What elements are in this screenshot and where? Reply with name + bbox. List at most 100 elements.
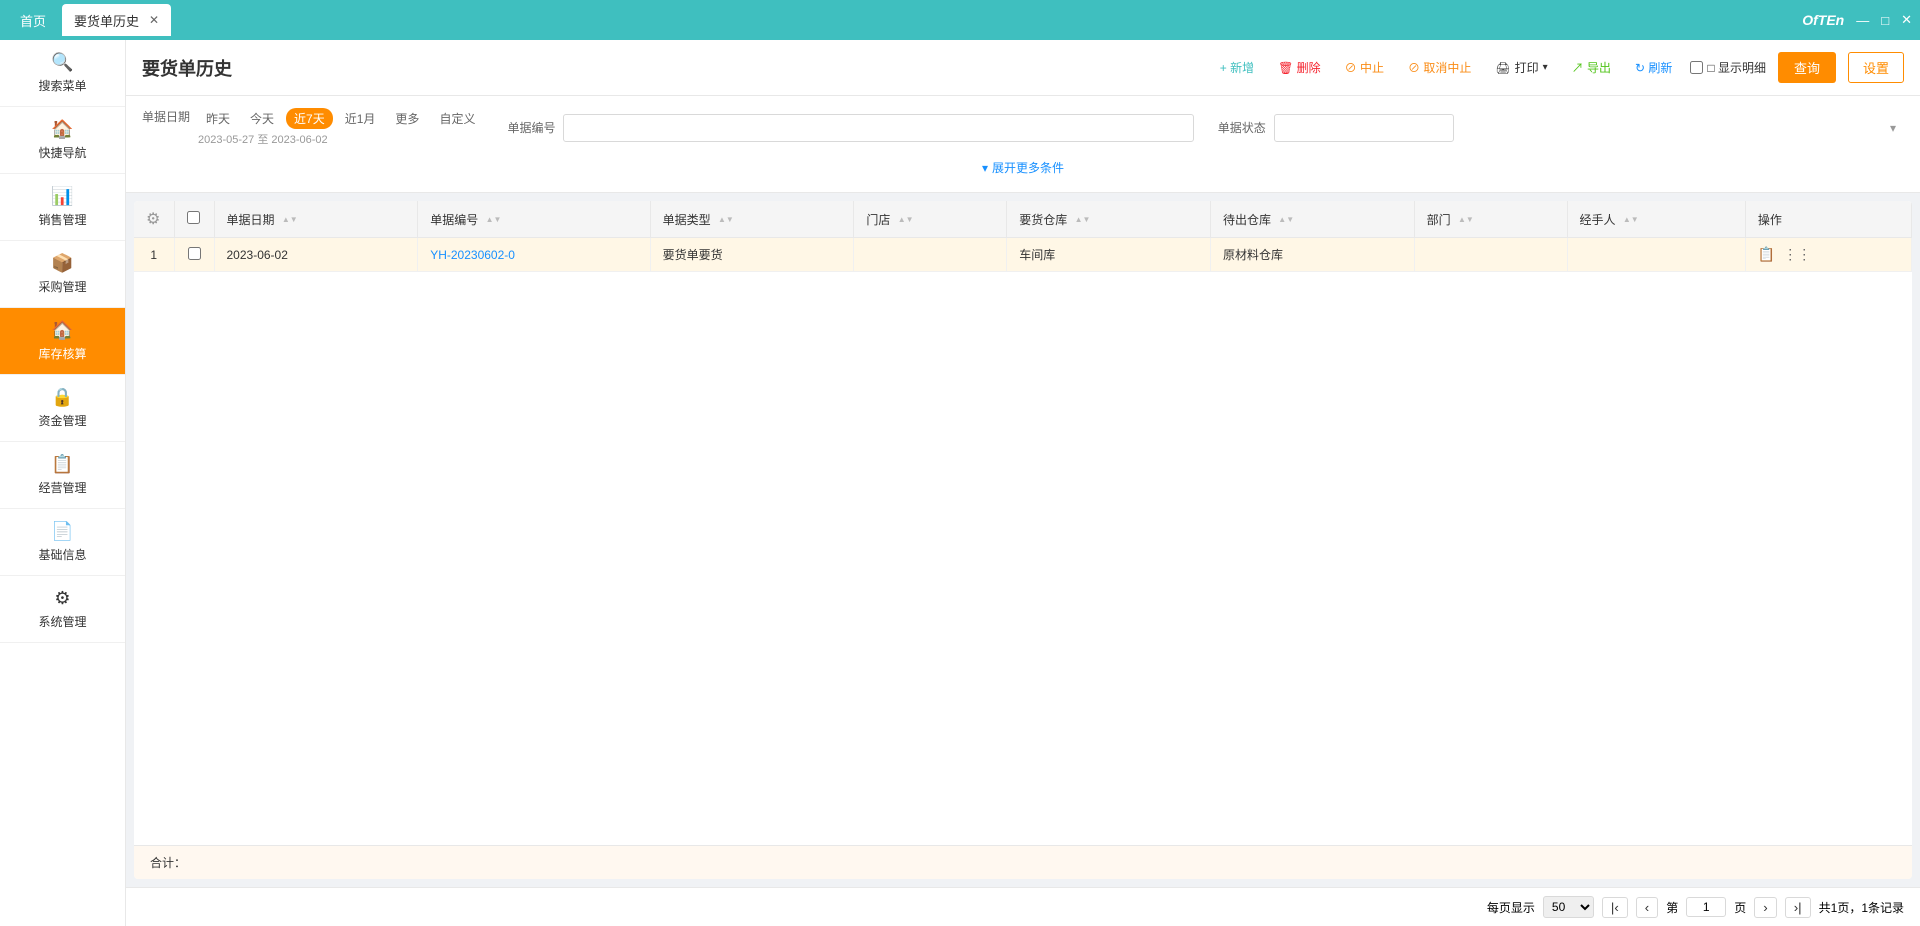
- prev-page-btn[interactable]: ‹: [1636, 897, 1658, 918]
- print-dropdown-icon[interactable]: ▾: [1543, 62, 1548, 73]
- finance-mgmt-icon: 🔒: [51, 387, 73, 408]
- cancel-stop-button[interactable]: ⊘ 取消中止: [1402, 55, 1477, 80]
- page-input[interactable]: 1: [1686, 897, 1726, 917]
- th-req-warehouse: 要货仓库 ▲▼: [1007, 201, 1211, 238]
- print-button[interactable]: 🖨 🖨 打印 打印 ▾: [1489, 55, 1553, 80]
- first-page-btn[interactable]: |‹: [1602, 897, 1628, 918]
- expand-more-button[interactable]: ▾ 展开更多条件: [978, 155, 1068, 180]
- footer-summary-label: 合计：: [150, 854, 186, 871]
- sidebar-item-purchase-mgmt-label: 采购管理: [38, 278, 86, 295]
- date-sort-icon: ▲▼: [282, 216, 298, 224]
- pagination: 每页显示 50 10 20 100 |‹ ‹ 第 1 页 › ›| 共1页，1条…: [126, 887, 1920, 926]
- status-label: 单据状态: [1218, 119, 1266, 136]
- th-date-label[interactable]: 单据日期 ▲▼: [227, 213, 298, 227]
- date-tab-today[interactable]: 今天: [242, 108, 282, 129]
- delete-button[interactable]: 🗑 删除: [1272, 55, 1327, 80]
- table-row: 1 2023-06-02 YH-20230602-0 要货单要货 车间库 原材料…: [134, 238, 1912, 272]
- bill-number-label: 单据编号: [507, 119, 555, 136]
- th-store-label[interactable]: 门店 ▲▼: [866, 213, 913, 227]
- tab-requisition-history[interactable]: 要货单历史 ✕: [62, 4, 171, 36]
- maximize-btn[interactable]: □: [1881, 13, 1889, 28]
- page-suffix: 页: [1734, 899, 1746, 916]
- page-header: 要货单历史 + 新增 🗑 删除 ⊘ 中止 ⊘ 取消中止 🖨 🖨 打印 打印 ▾ …: [126, 40, 1920, 96]
- bill-number-input[interactable]: [563, 114, 1193, 142]
- more-action-icon[interactable]: ⋮⋮: [1783, 246, 1811, 263]
- th-pending-warehouse: 待出仓库 ▲▼: [1210, 201, 1414, 238]
- export-button[interactable]: ↗ 导出: [1566, 55, 1617, 80]
- th-department-label[interactable]: 部门 ▲▼: [1427, 213, 1474, 227]
- th-type-label[interactable]: 单据类型 ▲▼: [663, 213, 734, 227]
- display-detail-checkbox[interactable]: [1690, 61, 1703, 74]
- th-number: 单据编号 ▲▼: [418, 201, 650, 238]
- th-type: 单据类型 ▲▼: [650, 201, 854, 238]
- sidebar-item-purchase-mgmt[interactable]: 📦 采购管理: [0, 241, 125, 308]
- per-page-select[interactable]: 50 10 20 100: [1543, 896, 1594, 918]
- page-prefix: 第: [1666, 899, 1678, 916]
- search-menu-icon: 🔍: [51, 52, 73, 73]
- top-bar: 首页 要货单历史 ✕ OfTEn — □ ✕: [0, 0, 1920, 40]
- sidebar-item-inventory-calc[interactable]: 🏠 库存核算: [0, 308, 125, 375]
- date-tab-more[interactable]: 更多: [387, 108, 427, 129]
- basic-info-icon: 📄: [51, 521, 73, 542]
- tab-home[interactable]: 首页: [8, 4, 58, 36]
- page-title: 要货单历史: [142, 55, 232, 81]
- row-checkbox[interactable]: [188, 247, 201, 260]
- refresh-button[interactable]: ↻ 刷新: [1629, 55, 1678, 80]
- date-tab-custom[interactable]: 自定义: [431, 108, 483, 129]
- th-action: 操作: [1745, 201, 1911, 238]
- add-button[interactable]: + 新增: [1214, 55, 1260, 80]
- tab-home-label: 首页: [20, 11, 46, 30]
- cell-store: [854, 238, 1007, 272]
- cell-number: YH-20230602-0: [418, 238, 650, 272]
- req-warehouse-sort-icon: ▲▼: [1075, 216, 1091, 224]
- status-filter: 单据状态: [1218, 114, 1904, 142]
- department-sort-icon: ▲▼: [1458, 216, 1474, 224]
- select-all-checkbox[interactable]: [187, 211, 200, 224]
- date-tab-1month[interactable]: 近1月: [337, 108, 384, 129]
- last-page-btn[interactable]: ›|: [1785, 897, 1811, 918]
- table-empty-space: [134, 272, 1912, 845]
- date-tabs: 昨天 今天 近7天 近1月 更多 自定义: [198, 108, 483, 129]
- query-button[interactable]: 查询: [1778, 52, 1836, 83]
- sidebar-item-search-menu[interactable]: 🔍 搜索菜单: [0, 40, 125, 107]
- th-pending-warehouse-label[interactable]: 待出仓库 ▲▼: [1223, 213, 1294, 227]
- minimize-btn[interactable]: —: [1856, 13, 1869, 28]
- tab-requisition-history-label: 要货单历史: [74, 11, 139, 30]
- sidebar-item-sales-mgmt[interactable]: 📊 销售管理: [0, 174, 125, 241]
- cell-pending-warehouse: 原材料仓库: [1210, 238, 1414, 272]
- tab-close-icon[interactable]: ✕: [149, 13, 159, 27]
- th-number-label[interactable]: 单据编号 ▲▼: [430, 213, 501, 227]
- date-tab-7days[interactable]: 近7天: [286, 108, 333, 129]
- sidebar-item-operations-mgmt[interactable]: 📋 经营管理: [0, 442, 125, 509]
- edit-action-icon[interactable]: 📋: [1758, 246, 1775, 263]
- column-settings-icon[interactable]: ⚙: [146, 211, 160, 228]
- date-tab-yesterday[interactable]: 昨天: [198, 108, 238, 129]
- pending-warehouse-sort-icon: ▲▼: [1278, 216, 1294, 224]
- print-icon: 🖨: [1495, 61, 1510, 75]
- date-filter-controls: 昨天 今天 近7天 近1月 更多 自定义 2023-05-27 至 2023-0…: [198, 108, 483, 147]
- handler-sort-icon: ▲▼: [1623, 216, 1639, 224]
- th-settings: ⚙: [134, 201, 174, 238]
- th-handler-label[interactable]: 经手人 ▲▼: [1580, 213, 1639, 227]
- sidebar-item-finance-mgmt[interactable]: 🔒 资金管理: [0, 375, 125, 442]
- setting-button[interactable]: 设置: [1848, 52, 1904, 83]
- next-page-btn[interactable]: ›: [1754, 897, 1776, 918]
- sidebar-item-quick-nav[interactable]: 🏠 快捷导航: [0, 107, 125, 174]
- sidebar-item-basic-info[interactable]: 📄 基础信息: [0, 509, 125, 576]
- th-req-warehouse-label[interactable]: 要货仓库 ▲▼: [1019, 213, 1090, 227]
- status-select[interactable]: [1274, 114, 1454, 142]
- expand-more-container: ▾ 展开更多条件: [142, 155, 1904, 180]
- sidebar-item-inventory-calc-label: 库存核算: [38, 345, 86, 362]
- display-detail-toggle[interactable]: □ 显示明细: [1690, 59, 1766, 76]
- table-footer: 合计：: [134, 845, 1912, 879]
- stop-button[interactable]: ⊘ 中止: [1339, 55, 1390, 80]
- sidebar-item-system-mgmt[interactable]: ⚙ 系统管理: [0, 576, 125, 643]
- data-table: ⚙ 单据日期 ▲▼ 单据编号 ▲▼: [134, 201, 1912, 272]
- close-btn[interactable]: ✕: [1901, 12, 1912, 28]
- th-department: 部门 ▲▼: [1414, 201, 1567, 238]
- bill-number-filter: 单据编号: [507, 114, 1193, 142]
- content-area: 要货单历史 + 新增 🗑 删除 ⊘ 中止 ⊘ 取消中止 🖨 🖨 打印 打印 ▾ …: [126, 40, 1920, 926]
- system-mgmt-icon: ⚙: [54, 588, 70, 609]
- bill-number-link[interactable]: YH-20230602-0: [430, 248, 515, 262]
- th-checkbox: [174, 201, 214, 238]
